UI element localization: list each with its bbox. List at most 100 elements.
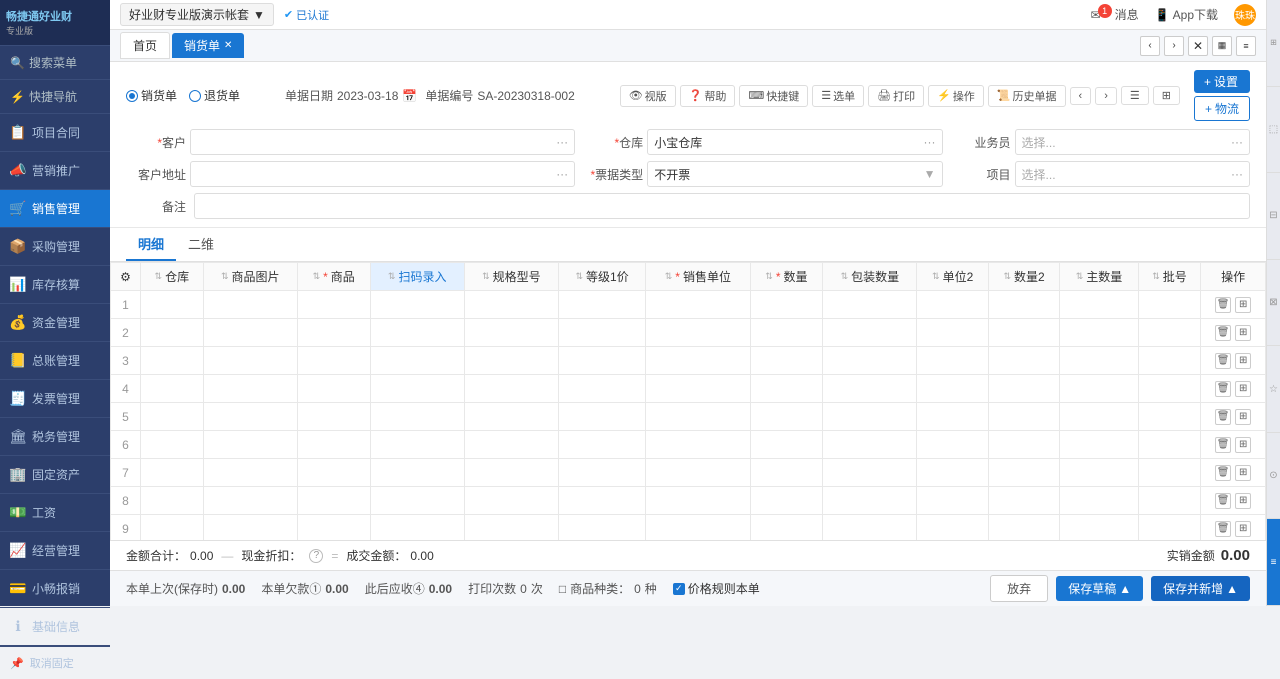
warehouse-input[interactable]: 小宝仓库 ··· [647, 129, 942, 155]
messages-btn[interactable]: ✉ 1 消息 [1091, 6, 1139, 23]
th-qty[interactable]: ⇅*数量 [750, 263, 823, 291]
row-unit2-3[interactable] [917, 347, 988, 375]
row-qty-4[interactable] [750, 375, 823, 403]
row-img-7[interactable] [203, 459, 297, 487]
table-row[interactable]: 5 🗑 ⊞ [111, 403, 1266, 431]
th-product[interactable]: ⇅*商品 [297, 263, 370, 291]
row-pkg-7[interactable] [823, 459, 917, 487]
table-row[interactable]: 3 🗑 ⊞ [111, 347, 1266, 375]
row-spec-5[interactable] [464, 403, 558, 431]
save-new-dropdown-icon[interactable]: ▲ [1226, 582, 1238, 596]
staff-more-icon[interactable]: ··· [1231, 135, 1243, 149]
row-warehouse-2[interactable] [141, 319, 204, 347]
row-batch-4[interactable] [1138, 375, 1201, 403]
row-img-9[interactable] [203, 515, 297, 541]
table-row[interactable]: 7 🗑 ⊞ [111, 459, 1266, 487]
row-pkg-9[interactable] [823, 515, 917, 541]
row-unit2-2[interactable] [917, 319, 988, 347]
remarks-input[interactable] [194, 193, 1250, 219]
row-mainqty-8[interactable] [1060, 487, 1138, 515]
row-img-5[interactable] [203, 403, 297, 431]
th-sales-unit[interactable]: ⇅*销售单位 [646, 263, 750, 291]
row-pkg-6[interactable] [823, 431, 917, 459]
row-price-3[interactable] [559, 347, 646, 375]
row-scan-2[interactable] [370, 319, 464, 347]
row-mainqty-7[interactable] [1060, 459, 1138, 487]
row-img-2[interactable] [203, 319, 297, 347]
row-product-6[interactable] [297, 431, 370, 459]
row-delete-btn-1[interactable]: 🗑 [1215, 297, 1231, 313]
row-unit-4[interactable] [646, 375, 750, 403]
staff-input[interactable]: 选择... ··· [1015, 129, 1250, 155]
row-batch-7[interactable] [1138, 459, 1201, 487]
sidebar-search-item[interactable]: 🔍 搜索菜单 [0, 46, 110, 80]
row-unit2-7[interactable] [917, 459, 988, 487]
th-batch[interactable]: ⇅批号 [1138, 263, 1201, 291]
row-unit-5[interactable] [646, 403, 750, 431]
row-qty2-8[interactable] [988, 487, 1059, 515]
row-product-7[interactable] [297, 459, 370, 487]
th-scan[interactable]: ⇅扫码录入 [370, 263, 464, 291]
row-warehouse-3[interactable] [141, 347, 204, 375]
abandon-button[interactable]: 放弃 [990, 575, 1048, 602]
radio-sales-order[interactable]: 销货单 [126, 87, 177, 104]
row-unit-9[interactable] [646, 515, 750, 541]
row-scan-9[interactable] [370, 515, 464, 541]
table-row[interactable]: 8 🗑 ⊞ [111, 487, 1266, 515]
row-delete-btn-8[interactable]: 🗑 [1215, 493, 1231, 509]
tab-close-all-btn[interactable]: ✕ [1188, 36, 1208, 56]
row-batch-6[interactable] [1138, 431, 1201, 459]
date-input[interactable]: 2023-03-18 📅 [337, 89, 417, 103]
warehouse-more-icon[interactable]: ··· [924, 135, 936, 149]
row-unit2-5[interactable] [917, 403, 988, 431]
save-draft-dropdown-icon[interactable]: ▲ [1119, 582, 1131, 596]
row-qty-5[interactable] [750, 403, 823, 431]
price-check-checkbox[interactable] [673, 583, 685, 595]
sidebar-item-project[interactable]: 📋项目合同 [0, 114, 110, 152]
row-spec-8[interactable] [464, 487, 558, 515]
right-panel-btn-3[interactable]: ⊟ [1267, 173, 1280, 260]
row-mainqty-4[interactable] [1060, 375, 1138, 403]
row-price-6[interactable] [559, 431, 646, 459]
discount-help-icon[interactable]: ? [309, 549, 323, 563]
row-qty-1[interactable] [750, 291, 823, 319]
row-mainqty-9[interactable] [1060, 515, 1138, 541]
sidebar-item-expense[interactable]: 💳小畅报销 [0, 570, 110, 608]
row-price-4[interactable] [559, 375, 646, 403]
row-copy-btn-5[interactable]: ⊞ [1235, 409, 1251, 425]
row-scan-1[interactable] [370, 291, 464, 319]
row-copy-btn-6[interactable]: ⊞ [1235, 437, 1251, 453]
row-pkg-5[interactable] [823, 403, 917, 431]
row-copy-btn-2[interactable]: ⊞ [1235, 325, 1251, 341]
row-spec-6[interactable] [464, 431, 558, 459]
table-row[interactable]: 6 🗑 ⊞ [111, 431, 1266, 459]
sidebar-item-invoice[interactable]: 🧾发票管理 [0, 380, 110, 418]
help-btn[interactable]: ❓ 帮助 [680, 85, 736, 107]
row-spec-4[interactable] [464, 375, 558, 403]
row-copy-btn-1[interactable]: ⊞ [1235, 297, 1251, 313]
row-warehouse-9[interactable] [141, 515, 204, 541]
th-settings[interactable]: ⚙ [111, 263, 141, 291]
row-mainqty-5[interactable] [1060, 403, 1138, 431]
row-qty2-1[interactable] [988, 291, 1059, 319]
print-btn[interactable]: 🖨 打印 [868, 85, 924, 107]
row-pkg-3[interactable] [823, 347, 917, 375]
row-pkg-8[interactable] [823, 487, 917, 515]
row-img-3[interactable] [203, 347, 297, 375]
row-delete-btn-9[interactable]: 🗑 [1215, 521, 1231, 537]
table-row[interactable]: 1 🗑 ⊞ [111, 291, 1266, 319]
row-qty2-4[interactable] [988, 375, 1059, 403]
tab-grid-view-btn[interactable]: ▦ [1212, 36, 1232, 56]
tab-sales-order[interactable]: 销货单 ✕ [172, 33, 244, 58]
app-download-btn[interactable]: 📱 App下载 [1155, 6, 1218, 23]
sidebar-quicknav-item[interactable]: ⚡ 快捷导航 [0, 80, 110, 114]
row-batch-3[interactable] [1138, 347, 1201, 375]
table-row[interactable]: 2 🗑 ⊞ [111, 319, 1266, 347]
row-qty2-3[interactable] [988, 347, 1059, 375]
row-unit-3[interactable] [646, 347, 750, 375]
address-more-icon[interactable]: ··· [556, 167, 568, 181]
row-pkg-1[interactable] [823, 291, 917, 319]
row-unit2-1[interactable] [917, 291, 988, 319]
sidebar-item-inventory[interactable]: 📊库存核算 [0, 266, 110, 304]
history-btn[interactable]: 📜 历史单据 [988, 85, 1066, 107]
